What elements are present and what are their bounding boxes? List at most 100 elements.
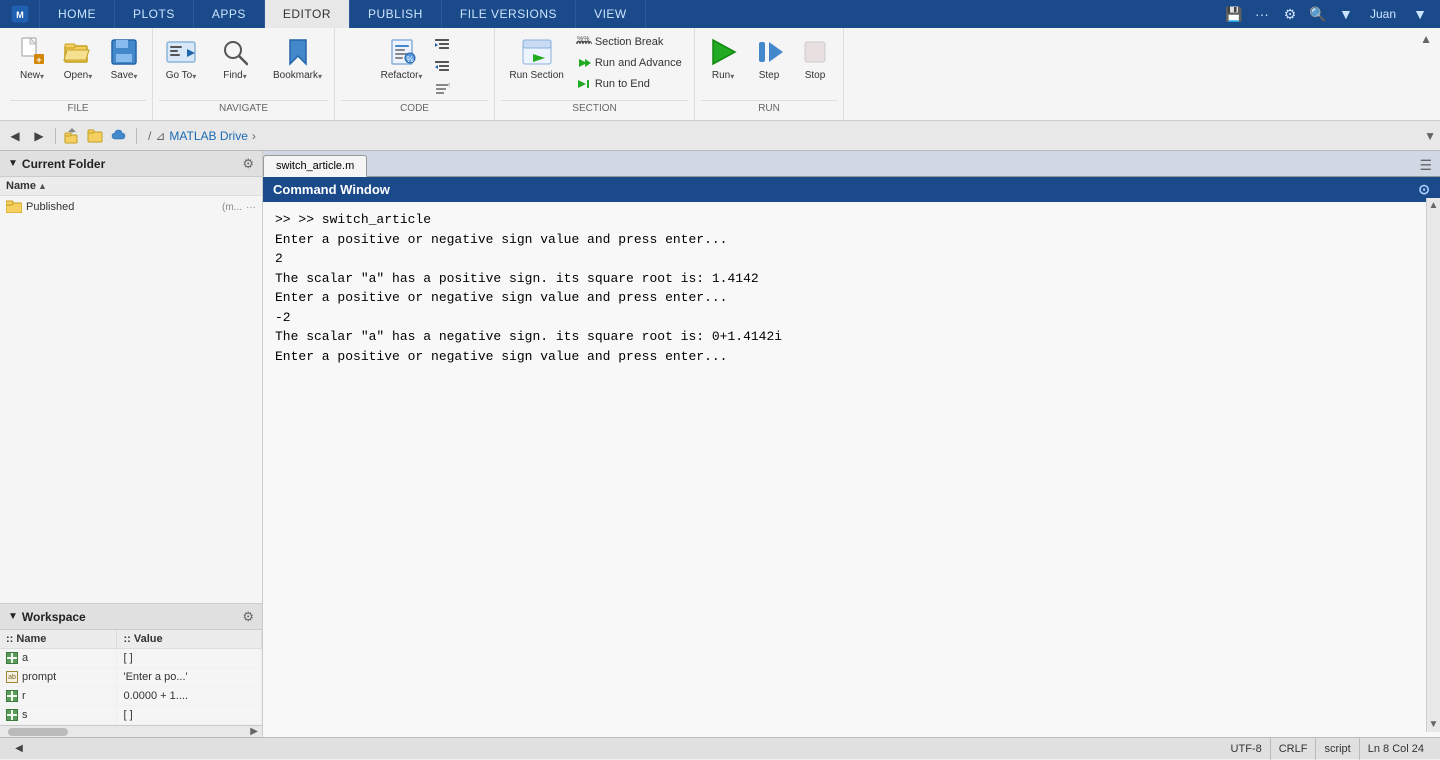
quick-access-more-icon[interactable]: ··· bbox=[1250, 3, 1274, 25]
bookmark-label: Bookmark bbox=[273, 70, 318, 82]
run-button[interactable]: Run ▾ bbox=[701, 32, 745, 86]
refactor-button[interactable]: % Refactor ▾ bbox=[375, 32, 429, 86]
svg-text:%: % bbox=[448, 83, 450, 90]
indent-button[interactable] bbox=[430, 34, 454, 54]
run-to-end-button[interactable]: Run to End bbox=[572, 74, 686, 94]
save-label: Save bbox=[111, 70, 134, 82]
find-button[interactable]: Find ▾ bbox=[205, 32, 265, 86]
command-window-header: Command Window ⊙ bbox=[263, 177, 1440, 202]
current-folder-label: Current Folder bbox=[22, 157, 105, 171]
quick-access-save-icon[interactable]: 💾 bbox=[1222, 3, 1246, 25]
menu-tab-publish[interactable]: PUBLISH bbox=[350, 0, 442, 28]
run-label-row: Run ▾ bbox=[712, 70, 734, 82]
folder-item-published[interactable]: Published (m... ··· bbox=[0, 196, 262, 218]
editor-tab-bar-right: ☰ bbox=[1415, 155, 1440, 176]
svg-text:%%: %% bbox=[577, 36, 589, 43]
workspace-var-a[interactable]: a [ ] bbox=[0, 649, 262, 668]
breadcrumb-matlab-drive[interactable]: MATLAB Drive bbox=[169, 129, 247, 143]
bookmark-button[interactable]: Bookmark ▾ bbox=[267, 32, 328, 86]
menu-tab-file-versions[interactable]: FILE VERSIONS bbox=[442, 0, 576, 28]
open-icon bbox=[62, 36, 94, 68]
cloud-button[interactable] bbox=[109, 125, 131, 147]
section-break-button[interactable]: %% Section Break bbox=[572, 32, 686, 52]
menu-tab-view[interactable]: VIEW bbox=[576, 0, 646, 28]
folder-column-header: Name ▲ bbox=[0, 177, 262, 196]
step-button[interactable]: Step bbox=[747, 32, 791, 86]
workspace-var-prompt[interactable]: ab prompt 'Enter a po...' bbox=[0, 668, 262, 687]
outdent-button[interactable] bbox=[430, 56, 454, 76]
workspace-var-r[interactable]: r 0.0000 + 1.... bbox=[0, 687, 262, 706]
menu-tab-plots[interactable]: PLOTS bbox=[115, 0, 194, 28]
open-button[interactable]: Open ▾ bbox=[56, 32, 100, 86]
workspace-name-col[interactable]: :: Name bbox=[0, 630, 117, 649]
status-left-arrow[interactable]: ◀ bbox=[8, 738, 30, 760]
stop-button[interactable]: Stop bbox=[793, 32, 837, 86]
folder-name-col-header[interactable]: Name ▲ bbox=[6, 180, 256, 192]
run-section-button[interactable]: Run Section bbox=[503, 32, 569, 86]
save-button[interactable]: Save ▾ bbox=[102, 32, 146, 86]
breadcrumb-dropdown-btn[interactable]: ▼ bbox=[1424, 129, 1436, 143]
quick-access-dropdown-icon[interactable]: ▼ bbox=[1334, 3, 1358, 25]
run-and-advance-button[interactable]: Run and Advance bbox=[572, 53, 686, 73]
menu-tab-apps[interactable]: APPS bbox=[194, 0, 265, 28]
ribbon-group-navigate: Go To ▾ Find ▾ bbox=[153, 28, 335, 120]
new-button[interactable]: + New ▾ bbox=[10, 32, 54, 86]
run-icon bbox=[707, 36, 739, 68]
workspace-gear-icon[interactable]: ⚙ bbox=[242, 609, 254, 625]
menu-tab-home[interactable]: HOME bbox=[40, 0, 115, 28]
right-panel: switch_article.m ☰ Command Window ⊙ >> >… bbox=[263, 151, 1440, 737]
command-line-0-text: >> switch_article bbox=[298, 212, 431, 227]
user-name[interactable]: Juan bbox=[1362, 7, 1404, 21]
workspace-value-col[interactable]: :: Value bbox=[117, 630, 262, 649]
vscroll-up-arrow[interactable]: ▲ bbox=[1427, 198, 1440, 213]
folder-name-label: Name bbox=[6, 180, 36, 192]
user-dropdown-icon[interactable]: ▼ bbox=[1408, 3, 1432, 25]
back-button[interactable]: ◀ bbox=[4, 125, 26, 147]
command-window-vscrollbar[interactable]: ▲ ▼ bbox=[1426, 198, 1440, 732]
left-panel-scrollbar-thumb[interactable] bbox=[8, 728, 68, 736]
left-panel-scrollbar[interactable]: ▶ bbox=[0, 725, 262, 737]
var-prompt-value: 'Enter a po...' bbox=[117, 668, 262, 687]
left-panel-scroll-right-arrow[interactable]: ▶ bbox=[250, 726, 258, 737]
workspace-var-s[interactable]: s [ ] bbox=[0, 706, 262, 725]
vscroll-down-arrow[interactable]: ▼ bbox=[1427, 717, 1440, 732]
bookmark-icon bbox=[282, 36, 314, 68]
var-r-name: r bbox=[22, 690, 26, 702]
published-folder-menu[interactable]: ··· bbox=[246, 202, 256, 213]
browse-folder-button[interactable] bbox=[85, 125, 107, 147]
command-window-settings-icon[interactable]: ⊙ bbox=[1418, 181, 1430, 198]
ribbon-section-buttons: Run Section %% Section Break bbox=[503, 32, 685, 98]
command-window-body[interactable]: >> >> switch_article Enter a positive or… bbox=[263, 202, 1440, 737]
save-arrow-icon: ▾ bbox=[133, 72, 137, 81]
command-line-2: 2 bbox=[275, 249, 1428, 269]
find-icon bbox=[219, 36, 251, 68]
var-r-name-cell: r bbox=[0, 687, 117, 706]
tab-bar-menu-icon[interactable]: ☰ bbox=[1415, 155, 1436, 176]
up-folder-button[interactable] bbox=[61, 125, 83, 147]
var-prompt-name: prompt bbox=[22, 671, 56, 683]
comment-button[interactable]: % bbox=[430, 78, 454, 98]
var-s-name-inner: s bbox=[6, 709, 110, 721]
var-a-value: [ ] bbox=[117, 649, 262, 668]
command-line-5: -2 bbox=[275, 308, 1428, 328]
quick-access-search-icon[interactable]: 🔍 bbox=[1306, 3, 1330, 25]
quick-access-settings-icon[interactable]: ⚙ bbox=[1278, 3, 1302, 25]
menu-tab-editor[interactable]: EDITOR bbox=[265, 0, 350, 28]
ribbon-collapse-btn[interactable]: ▲ bbox=[1420, 28, 1436, 120]
status-file-type: script bbox=[1316, 738, 1359, 760]
var-s-name-cell: s bbox=[0, 706, 117, 725]
find-label-row: Find ▾ bbox=[223, 70, 246, 82]
ribbon-navigate-buttons: Go To ▾ Find ▾ bbox=[159, 32, 328, 98]
ribbon-navigate-label: NAVIGATE bbox=[159, 100, 328, 116]
forward-button[interactable]: ▶ bbox=[28, 125, 50, 147]
section-break-label: Section Break bbox=[595, 36, 663, 48]
editor-tab-switch-article[interactable]: switch_article.m bbox=[263, 155, 367, 177]
current-folder-header: ▼ Current Folder ⚙ bbox=[0, 151, 262, 177]
var-a-name-inner: a bbox=[6, 652, 110, 664]
var-a-name: a bbox=[22, 652, 28, 664]
goto-button[interactable]: Go To ▾ bbox=[159, 32, 203, 86]
run-advance-label: Run and Advance bbox=[595, 57, 682, 69]
matlab-logo[interactable]: M bbox=[0, 0, 40, 28]
current-folder-gear-icon[interactable]: ⚙ bbox=[242, 156, 254, 172]
current-folder-title: ▼ Current Folder bbox=[8, 157, 105, 171]
